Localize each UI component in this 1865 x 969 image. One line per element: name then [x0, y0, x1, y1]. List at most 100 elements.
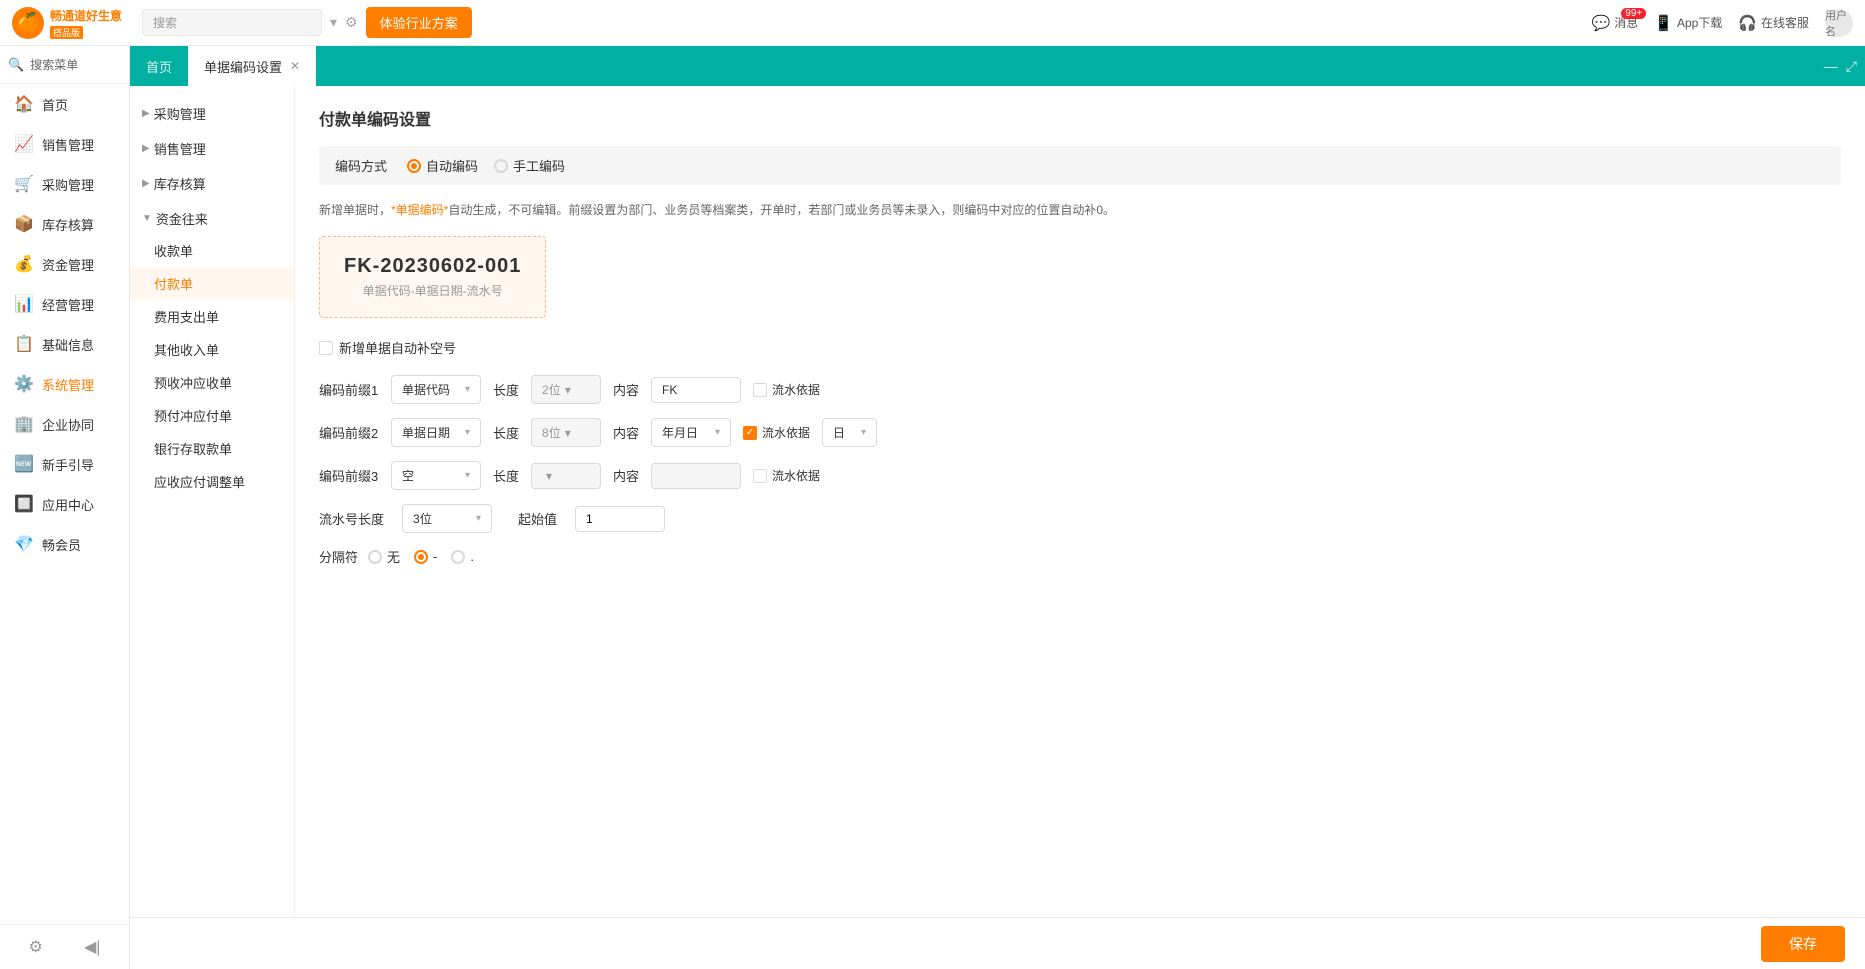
- encode-method-bar: 编码方式 自动编码 手工编码: [319, 146, 1841, 185]
- serial-label: 流水号长度: [319, 509, 384, 528]
- prefix3-content-input[interactable]: [651, 463, 741, 489]
- save-button[interactable]: 保存: [1761, 926, 1845, 962]
- prefix3-stream-check[interactable]: [753, 469, 767, 483]
- prefix2-content-select[interactable]: 年月日 ▾: [651, 418, 731, 447]
- serial-length-dropdown-icon: ▾: [476, 513, 481, 524]
- system-icon: ⚙️: [14, 374, 34, 394]
- tab-home[interactable]: 首页: [130, 46, 188, 86]
- nav-group-fund-title[interactable]: ▼ 资金往来: [130, 203, 294, 234]
- sidebar-item-member[interactable]: 💎 畅会员: [0, 524, 129, 564]
- prefix2-content-label: 内容: [613, 423, 639, 442]
- divider-dot2-radio[interactable]: [451, 550, 465, 564]
- start-value-label: 起始值: [518, 509, 557, 528]
- prefix2-period-select[interactable]: 日 ▾: [822, 418, 877, 447]
- sidebar-item-fund[interactable]: 💰 资金管理: [0, 244, 129, 284]
- nav-item-expense[interactable]: 费用支出单: [130, 300, 294, 333]
- start-value-input[interactable]: [575, 506, 665, 532]
- message-badge: 99+: [1621, 8, 1646, 19]
- tab-expand-icon[interactable]: ⤢: [1846, 58, 1857, 75]
- prefix3-dropdown-icon: ▾: [465, 470, 470, 481]
- nav-item-receipt[interactable]: 收款单: [130, 234, 294, 267]
- user-avatar[interactable]: 用户名: [1825, 9, 1853, 37]
- message-button[interactable]: 💬 消息 99+: [1592, 14, 1639, 32]
- main-area: 首页 单据编码设置 ✕ — ⤢ ▶ 采购管理: [130, 46, 1865, 969]
- logo-text: 畅通道好生意 搭品版: [50, 7, 122, 39]
- arrow-right-icon2: ▶: [142, 143, 150, 154]
- sidebar-item-operations[interactable]: 📊 经营管理: [0, 284, 129, 324]
- nav-item-adjust[interactable]: 应收应付调整单: [130, 465, 294, 498]
- online-service-button[interactable]: 🎧 在线客服: [1738, 14, 1809, 32]
- nav-group-inventory-title[interactable]: ▶ 库存核算: [130, 168, 294, 199]
- prefix1-stream-check[interactable]: [753, 383, 767, 397]
- collapse-icon[interactable]: ◀|: [80, 933, 104, 961]
- settings-bottom-icon[interactable]: ⚙: [25, 933, 47, 961]
- nav-item-advance-payable[interactable]: 预付冲应付单: [130, 399, 294, 432]
- sidebar-item-enterprise[interactable]: 🏢 企业协同: [0, 404, 129, 444]
- divider-dot-radio[interactable]: [414, 550, 428, 564]
- prefix1-content-label: 内容: [613, 380, 639, 399]
- tab-encode-settings[interactable]: 单据编码设置 ✕: [188, 46, 316, 86]
- auto-encode-radio[interactable]: [407, 159, 421, 173]
- nav-group-sales-title[interactable]: ▶ 销售管理: [130, 133, 294, 164]
- divider-dot2-option[interactable]: .: [451, 549, 474, 564]
- prefix3-content-label: 内容: [613, 466, 639, 485]
- sidebar-item-guide[interactable]: 🆕 新手引导: [0, 444, 129, 484]
- manual-encode-option[interactable]: 手工编码: [494, 156, 565, 175]
- settings-icon[interactable]: ⚙: [345, 14, 358, 31]
- sidebar-bottom: ⚙ ◀|: [0, 924, 129, 969]
- divider-row: 分隔符 无 - .: [319, 547, 1841, 566]
- nav-item-other-income[interactable]: 其他收入单: [130, 333, 294, 366]
- operations-icon: 📊: [14, 294, 34, 314]
- prefix2-select[interactable]: 单据日期 ▾: [391, 418, 481, 447]
- prefix1-length-box: 2位 ▾: [531, 375, 601, 404]
- arrow-down-icon4: ▼: [142, 213, 152, 224]
- sidebar-item-base[interactable]: 📋 基础信息: [0, 324, 129, 364]
- prefix2-period-dropdown-icon: ▾: [861, 427, 866, 438]
- manual-encode-radio[interactable]: [494, 159, 508, 173]
- logo-area: 🍊 畅通道好生意 搭品版: [12, 7, 142, 39]
- experience-button[interactable]: 体验行业方案: [366, 7, 472, 38]
- nav-item-payment[interactable]: 付款单: [130, 267, 294, 300]
- divider-none-radio[interactable]: [368, 550, 382, 564]
- prefix3-length-label: 长度: [493, 466, 519, 485]
- prefix1-stream-checkbox[interactable]: 流水依据: [753, 381, 820, 398]
- divider-dot-option[interactable]: -: [414, 549, 437, 564]
- prefix3-stream-checkbox[interactable]: 流水依据: [753, 467, 820, 484]
- nav-item-bank[interactable]: 银行存取款单: [130, 432, 294, 465]
- tab-bar-actions: — ⤢: [1816, 46, 1865, 86]
- guide-icon: 🆕: [14, 454, 34, 474]
- prefix3-length-box: ▾: [531, 463, 601, 489]
- tab-close-button[interactable]: ✕: [290, 59, 300, 73]
- prefix2-length-box: 8位 ▾: [531, 418, 601, 447]
- sidebar-item-purchase[interactable]: 🛒 采购管理: [0, 164, 129, 204]
- divider-label: 分隔符: [319, 547, 358, 566]
- prefix3-select[interactable]: 空 ▾: [391, 461, 481, 490]
- prefix1-content-input[interactable]: [651, 377, 741, 403]
- prefix2-stream-check-orange[interactable]: ✓: [743, 426, 757, 440]
- prefix1-select[interactable]: 单据代码 ▾: [391, 375, 481, 404]
- dropdown-icon[interactable]: ▾: [330, 14, 337, 31]
- nav-item-advance-receivable[interactable]: 预收冲应收单: [130, 366, 294, 399]
- enterprise-icon: 🏢: [14, 414, 34, 434]
- top-search-input[interactable]: 搜索: [142, 9, 322, 36]
- sidebar-item-sales[interactable]: 📈 销售管理: [0, 124, 129, 164]
- auto-encode-option[interactable]: 自动编码: [407, 156, 478, 175]
- sidebar-item-apps[interactable]: 🔲 应用中心: [0, 484, 129, 524]
- sidebar-item-home[interactable]: 🏠 首页: [0, 84, 129, 124]
- hint-text: 新增单据时，*单据编码*自动生成，不可编辑。前缀设置为部门、业务员等档案类，开单…: [319, 201, 1841, 220]
- logo-icon: 🍊: [12, 7, 44, 39]
- sidebar-item-system[interactable]: ⚙️ 系统管理: [0, 364, 129, 404]
- sidebar-search[interactable]: 🔍 搜索菜单: [0, 46, 129, 84]
- tab-minimize-icon[interactable]: —: [1824, 58, 1838, 74]
- auto-fill-checkbox[interactable]: [319, 341, 333, 355]
- prefix3-label: 编码前缀3: [319, 466, 379, 485]
- prefix2-stream-checkbox[interactable]: ✓ 流水依据: [743, 424, 810, 441]
- app-download-button[interactable]: 📱 App下载: [1654, 14, 1722, 32]
- sidebar-item-inventory[interactable]: 📦 库存核算: [0, 204, 129, 244]
- nav-group-purchase-title[interactable]: ▶ 采购管理: [130, 98, 294, 129]
- prefix1-label: 编码前缀1: [319, 380, 379, 399]
- app-layout: 🔍 搜索菜单 🏠 首页 📈 销售管理 🛒 采购管理 📦 库存核算 💰 资金管理 …: [0, 46, 1865, 969]
- serial-length-select[interactable]: 3位 ▾: [402, 504, 492, 533]
- encode-method-radio-group: 自动编码 手工编码: [407, 156, 565, 175]
- divider-none-option[interactable]: 无: [368, 547, 400, 566]
